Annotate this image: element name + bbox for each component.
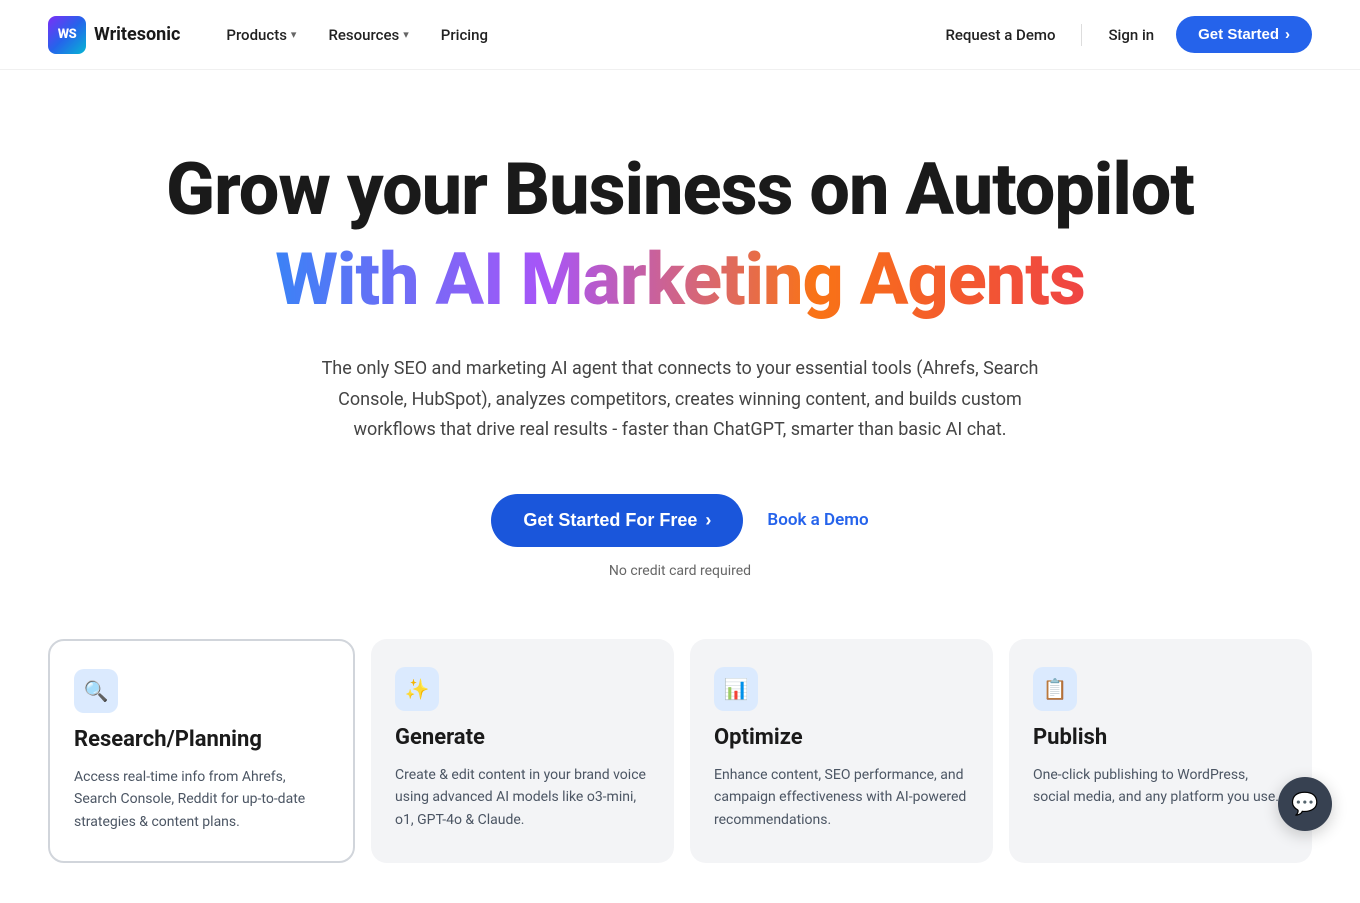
nav-resources[interactable]: Resources ▾ [314, 18, 422, 52]
card-description-generate: Create & edit content in your brand voic… [395, 764, 650, 831]
card-description-publish: One-click publishing to WordPress, socia… [1033, 764, 1288, 809]
feature-card-generate: ✨ Generate Create & edit content in your… [371, 639, 674, 863]
book-demo-link[interactable]: Book a Demo [767, 510, 868, 530]
chat-button[interactable]: 💬 [1278, 777, 1332, 831]
navbar: WS Writesonic Products ▾ Resources ▾ Pri… [0, 0, 1360, 70]
feature-card-publish: 📋 Publish One-click publishing to WordPr… [1009, 639, 1312, 863]
logo[interactable]: WS Writesonic [48, 16, 180, 54]
nav-divider [1081, 24, 1082, 46]
hero-cta-row: Get Started For Free › Book a Demo [491, 494, 868, 547]
card-icon-generate: ✨ [395, 667, 439, 711]
chat-icon: 💬 [1291, 792, 1318, 817]
resources-chevron-icon: ▾ [403, 28, 409, 41]
products-chevron-icon: ▾ [291, 28, 297, 41]
nav-left: WS Writesonic Products ▾ Resources ▾ Pri… [48, 16, 502, 54]
card-description-research: Access real-time info from Ahrefs, Searc… [74, 766, 329, 833]
card-description-optimize: Enhance content, SEO performance, and ca… [714, 764, 969, 831]
get-started-arrow-icon: › [1285, 26, 1290, 43]
hero-description: The only SEO and marketing AI agent that… [300, 354, 1060, 446]
nav-products[interactable]: Products ▾ [212, 18, 310, 52]
feature-card-optimize: 📊 Optimize Enhance content, SEO performa… [690, 639, 993, 863]
feature-cards-section: 🔍 Research/Planning Access real-time inf… [0, 639, 1360, 903]
no-credit-card-text: No credit card required [609, 563, 751, 579]
card-title-research: Research/Planning [74, 727, 329, 752]
card-title-optimize: Optimize [714, 725, 969, 750]
card-icon-publish: 📋 [1033, 667, 1077, 711]
nav-pricing[interactable]: Pricing [427, 18, 502, 52]
card-title-publish: Publish [1033, 725, 1288, 750]
get-started-free-button[interactable]: Get Started For Free › [491, 494, 743, 547]
card-icon-optimize: 📊 [714, 667, 758, 711]
logo-icon: WS [48, 16, 86, 54]
nav-links: Products ▾ Resources ▾ Pricing [212, 18, 502, 52]
get-started-nav-button[interactable]: Get Started › [1176, 16, 1312, 53]
card-icon-research: 🔍 [74, 669, 118, 713]
hero-title-main: Grow your Business on Autopilot [166, 150, 1194, 229]
brand-name: Writesonic [94, 24, 180, 45]
feature-card-research: 🔍 Research/Planning Access real-time inf… [48, 639, 355, 863]
card-title-generate: Generate [395, 725, 650, 750]
hero-section: Grow your Business on Autopilot With AI … [0, 70, 1360, 639]
sign-in-button[interactable]: Sign in [1094, 18, 1168, 52]
nav-right: Request a Demo Sign in Get Started › [931, 16, 1312, 53]
request-demo-link[interactable]: Request a Demo [931, 18, 1069, 52]
hero-title-gradient: With AI Marketing Agents [275, 239, 1085, 322]
cta-arrow-icon: › [705, 510, 711, 531]
